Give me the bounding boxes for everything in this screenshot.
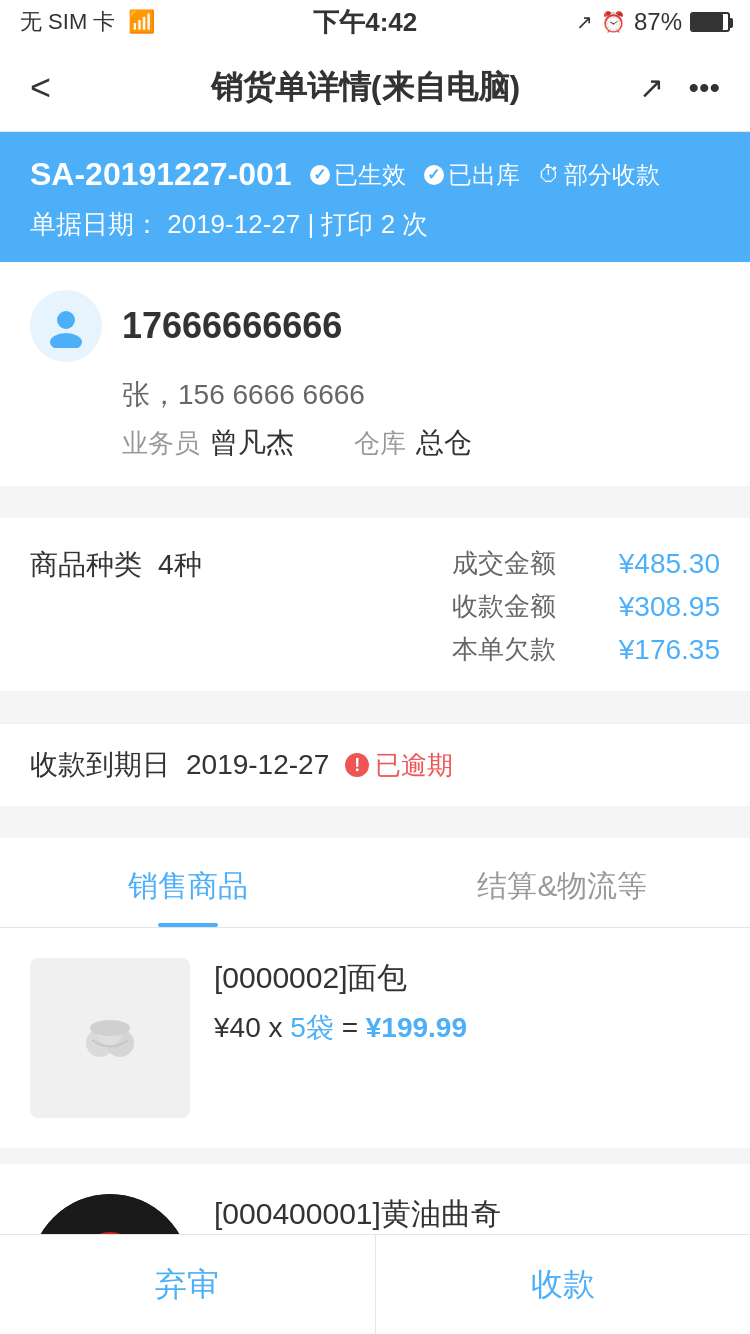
page-title: 销货单详情(来自电脑) — [71, 66, 660, 110]
tabs: 销售商品 结算&物流等 — [0, 838, 750, 927]
price-qty-1: 5袋 — [290, 1012, 334, 1043]
type-count: 4种 — [158, 546, 202, 584]
check-icon-1: ✓ — [310, 165, 330, 185]
status-bar: 无 SIM 卡 📶 下午4:42 ↗ ⏰ 87% — [0, 0, 750, 44]
overdue-label: 收款到期日 — [30, 746, 170, 784]
back-button[interactable]: < — [30, 67, 51, 109]
status-shipped: ✓ 已出库 — [424, 159, 520, 191]
status-shipped-label: 已出库 — [448, 159, 520, 191]
network-status: 无 SIM 卡 📶 — [20, 7, 155, 37]
overdue-dot-icon: ! — [345, 753, 369, 777]
deal-row: 成交金额 ¥485.30 — [452, 546, 720, 581]
stats-section: 商品种类 4种 成交金额 ¥485.30 收款金额 ¥308.95 本单欠款 ¥… — [0, 518, 750, 691]
overdue-date: 2019-12-27 — [186, 749, 329, 781]
clock-icon: ⏱ — [538, 162, 560, 188]
price-base-1: ¥40 — [214, 1012, 261, 1043]
status-effective-label: 已生效 — [334, 159, 406, 191]
customer-name: 张，156 6666 6666 — [122, 376, 720, 414]
stats-right: 成交金额 ¥485.30 收款金额 ¥308.95 本单欠款 ¥176.35 — [452, 546, 720, 667]
bottom-bar: 弃审 收款 — [0, 1234, 750, 1334]
svg-point-5 — [90, 1020, 130, 1036]
product-name-1: [0000002]面包 — [214, 958, 720, 999]
alarm-icon: ⏰ — [601, 10, 626, 34]
warehouse-value: 总仓 — [416, 424, 472, 462]
tab-settlement-label: 结算&物流等 — [477, 869, 647, 902]
overdue-section: 收款到期日 2019-12-27 ! 已逾期 — [0, 723, 750, 806]
more-icon[interactable]: ••• — [688, 71, 720, 105]
date-label: 单据日期： — [30, 209, 160, 239]
battery-status: 87% — [634, 8, 682, 36]
print-info: | 打印 2 次 — [307, 209, 428, 239]
customer-id: 17666666666 — [122, 305, 342, 347]
svg-point-0 — [57, 311, 75, 329]
nav-actions: ↗︎ ••• — [639, 70, 720, 105]
warehouse-meta: 仓库 总仓 — [354, 424, 472, 462]
status-right: ↗ ⏰ 87% — [576, 8, 730, 36]
product-price-1: ¥40 x 5袋 = ¥199.99 — [214, 1009, 720, 1047]
product-item: [0000002]面包 ¥40 x 5袋 = ¥199.99 — [0, 928, 750, 1148]
order-id-label: SA-20191227-001 — [30, 156, 292, 193]
tab-sales-products[interactable]: 销售商品 — [0, 838, 375, 927]
order-date: 单据日期： 2019-12-27 | 打印 2 次 — [30, 207, 720, 242]
price-x-1: x — [269, 1012, 291, 1043]
status-left: 无 SIM 卡 📶 — [20, 7, 155, 37]
sales-meta: 业务员 曾凡杰 — [122, 424, 294, 462]
receipt-label: 收款金额 — [452, 589, 556, 624]
check-icon-2: ✓ — [424, 165, 444, 185]
status-effective: ✓ 已生效 — [310, 159, 406, 191]
warehouse-label: 仓库 — [354, 426, 406, 461]
deal-label: 成交金额 — [452, 546, 556, 581]
svg-point-1 — [50, 333, 82, 348]
divider-2 — [0, 707, 750, 723]
location-icon: ↗ — [576, 10, 593, 34]
tab-sales-label: 销售商品 — [128, 869, 248, 902]
cancel-button[interactable]: 弃审 — [0, 1235, 376, 1335]
status-partial: ⏱ 部分收款 — [538, 159, 660, 191]
deal-value: ¥485.30 — [580, 548, 720, 580]
price-eq-1: = — [342, 1012, 366, 1043]
product-info-1: [0000002]面包 ¥40 x 5袋 = ¥199.99 — [214, 958, 720, 1047]
battery-icon — [690, 12, 730, 32]
product-name-2: [000400001]黄油曲奇 — [214, 1194, 720, 1235]
status-partial-label: 部分收款 — [564, 159, 660, 191]
stats-left: 商品种类 4种 — [30, 546, 452, 584]
avatar — [30, 290, 102, 362]
tabs-section: 销售商品 结算&物流等 — [0, 838, 750, 928]
date-value: 2019-12-27 — [167, 209, 300, 239]
share-icon[interactable]: ↗︎ — [639, 70, 664, 105]
customer-meta: 业务员 曾凡杰 仓库 总仓 — [122, 424, 720, 462]
nav-bar: < 销货单详情(来自电脑) ↗︎ ••• — [0, 44, 750, 132]
sales-label: 业务员 — [122, 426, 200, 461]
price-total-1: ¥199.99 — [366, 1012, 467, 1043]
divider-1 — [0, 502, 750, 518]
tab-settlement[interactable]: 结算&物流等 — [375, 838, 750, 927]
debt-label: 本单欠款 — [452, 632, 556, 667]
type-label: 商品种类 — [30, 546, 142, 584]
overdue-text: 已逾期 — [375, 748, 453, 783]
sales-value: 曾凡杰 — [210, 424, 294, 462]
receipt-row: 收款金额 ¥308.95 — [452, 589, 720, 624]
product-image-1 — [30, 958, 190, 1118]
debt-row: 本单欠款 ¥176.35 — [452, 632, 720, 667]
confirm-button[interactable]: 收款 — [376, 1235, 751, 1335]
debt-value: ¥176.35 — [580, 634, 720, 666]
overdue-badge: ! 已逾期 — [345, 748, 453, 783]
divider-3 — [0, 822, 750, 838]
status-time: 下午4:42 — [313, 5, 417, 40]
order-header: SA-20191227-001 ✓ 已生效 ✓ 已出库 ⏱ 部分收款 单据日期：… — [0, 132, 750, 262]
order-id-row: SA-20191227-001 ✓ 已生效 ✓ 已出库 ⏱ 部分收款 — [30, 156, 720, 193]
receipt-value: ¥308.95 — [580, 591, 720, 623]
customer-section: 17666666666 张，156 6666 6666 业务员 曾凡杰 仓库 总… — [0, 262, 750, 486]
customer-row: 17666666666 — [30, 290, 720, 362]
